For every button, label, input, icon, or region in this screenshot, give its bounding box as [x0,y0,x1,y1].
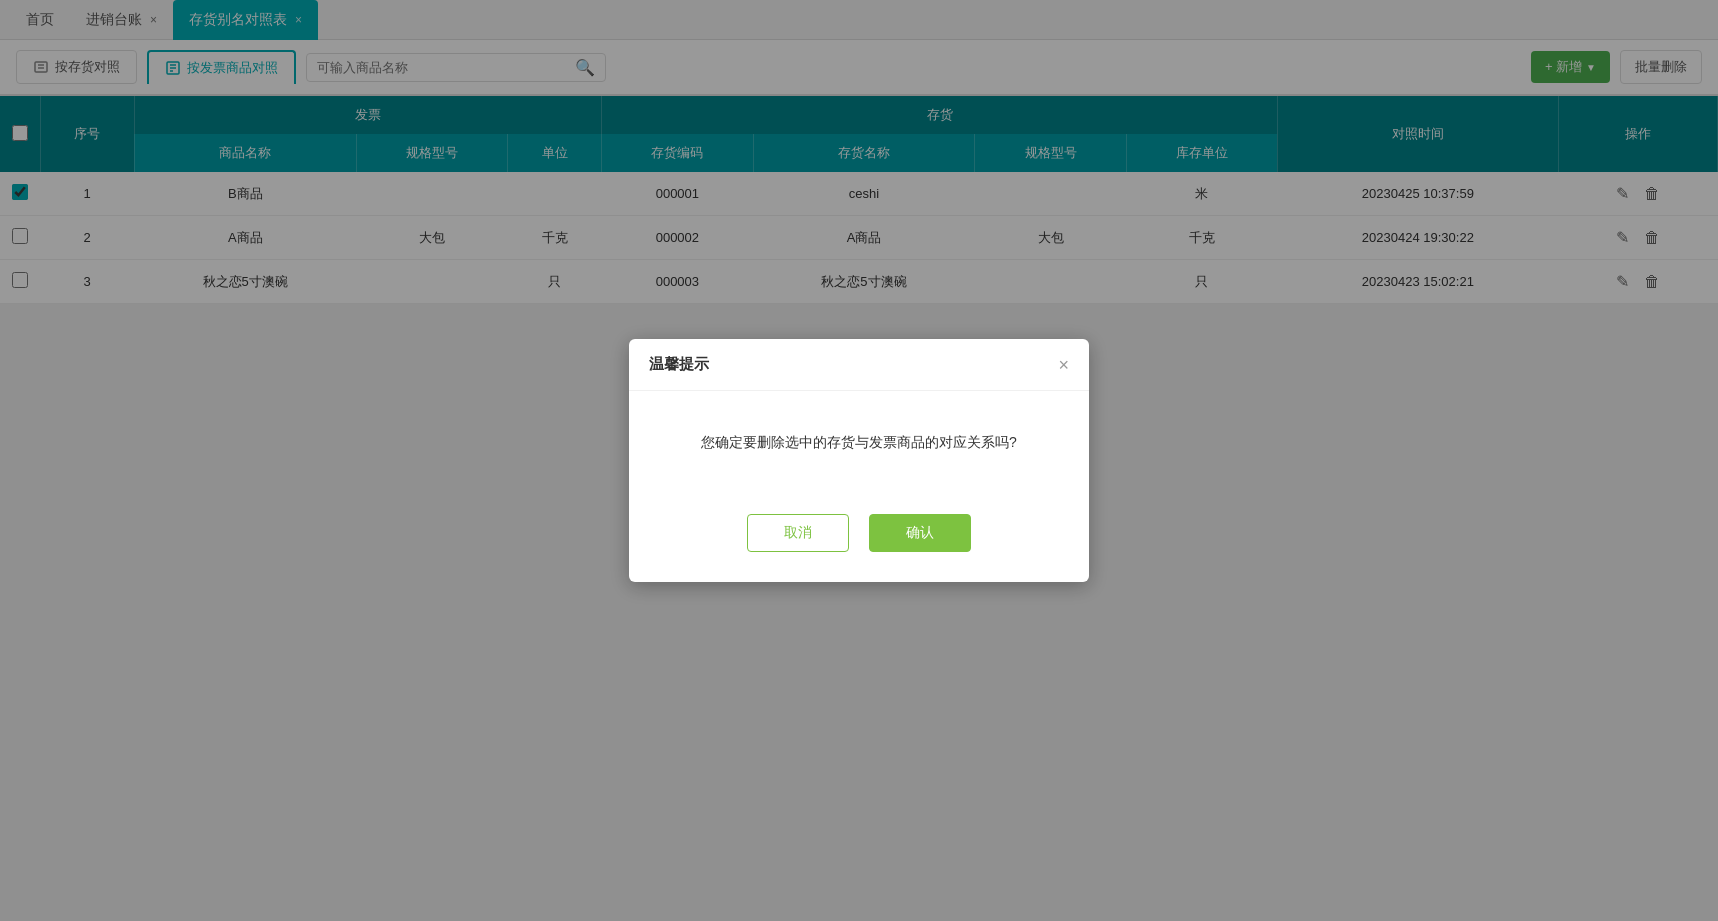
overlay: 温馨提示 × 您确定要删除选中的存货与发票商品的对应关系吗? 取消 确认 [0,0,1718,304]
